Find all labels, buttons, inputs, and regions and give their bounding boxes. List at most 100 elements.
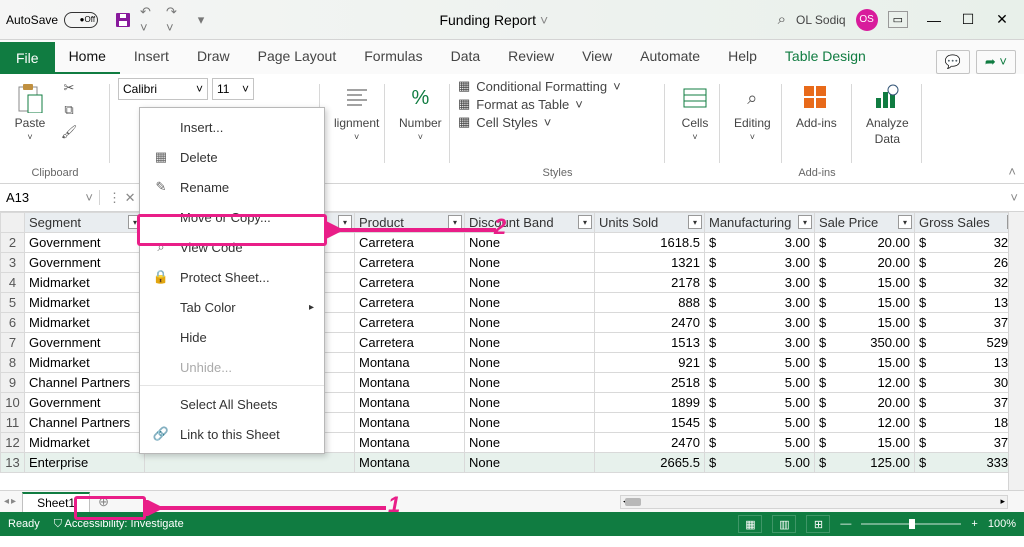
- format-table-icon: ▦: [458, 96, 470, 112]
- col-price[interactable]: Sale Price▾: [815, 213, 915, 233]
- filter-icon[interactable]: ▾: [448, 215, 462, 229]
- format-as-table-button[interactable]: ▦Format as Table˅: [458, 96, 621, 112]
- table-row[interactable]: 13EnterpriseMontanaNone2665.5$ 5.00$ 125…: [1, 453, 1024, 473]
- cell-styles-button[interactable]: ▦Cell Styles˅: [458, 114, 621, 130]
- menu-tab-color[interactable]: Tab Color▸: [140, 292, 324, 322]
- share-button[interactable]: ➦ ˅: [976, 50, 1016, 74]
- tab-file[interactable]: File: [0, 42, 55, 74]
- tab-insert[interactable]: Insert: [120, 40, 183, 74]
- doc-title[interactable]: Funding Report˅: [210, 12, 778, 28]
- select-all-corner[interactable]: [1, 213, 25, 233]
- undo-icon[interactable]: ↶ ˅: [140, 11, 158, 29]
- search-icon[interactable]: ⌕: [778, 11, 786, 28]
- menu-delete[interactable]: ▦Delete: [140, 142, 324, 172]
- filter-icon[interactable]: ▾: [688, 215, 702, 229]
- paste-label: Paste: [15, 116, 46, 130]
- styles-group-label: Styles: [458, 165, 657, 181]
- sheet-tab-sheet1[interactable]: Sheet1: [22, 492, 90, 512]
- tab-draw[interactable]: Draw: [183, 40, 244, 74]
- cells-icon: [679, 82, 711, 114]
- sheet-next-icon[interactable]: ▸: [11, 496, 16, 507]
- cut-icon[interactable]: ✂: [58, 78, 80, 98]
- menu-move-or-copy[interactable]: Move or Copy...: [140, 202, 324, 232]
- minimize-button[interactable]: —: [918, 6, 950, 34]
- conditional-formatting-button[interactable]: ▦Conditional Formatting˅: [458, 78, 621, 94]
- filter-icon[interactable]: ▾: [338, 215, 352, 229]
- qat-dropdown-icon[interactable]: ▾: [192, 11, 210, 29]
- addins-icon: [800, 82, 832, 114]
- analyze-icon: [871, 82, 903, 114]
- page-break-view-icon[interactable]: ⊞: [806, 515, 830, 533]
- font-name-combo[interactable]: Calibri˅: [118, 78, 208, 100]
- number-button[interactable]: %Number˅: [393, 78, 448, 146]
- analyze-data-button[interactable]: AnalyzeData: [860, 78, 915, 150]
- tab-view[interactable]: View: [568, 40, 626, 74]
- protect-icon: 🔒: [152, 268, 170, 286]
- tab-data[interactable]: Data: [437, 40, 495, 74]
- tab-help[interactable]: Help: [714, 40, 771, 74]
- col-mfg[interactable]: Manufacturing▾: [705, 213, 815, 233]
- tab-formulas[interactable]: Formulas: [350, 40, 436, 74]
- new-sheet-icon[interactable]: ⊕: [98, 494, 109, 510]
- quick-access-toolbar: ↶ ˅ ↷ ˅ ▾: [114, 11, 210, 29]
- font-size-combo[interactable]: 11˅: [212, 78, 254, 100]
- paste-button[interactable]: Paste ˅: [8, 78, 52, 146]
- maximize-button[interactable]: ☐: [952, 6, 984, 34]
- zoom-level[interactable]: 100%: [988, 518, 1016, 530]
- format-painter-icon[interactable]: 🖌: [58, 122, 80, 142]
- cond-format-icon: ▦: [458, 78, 470, 94]
- close-button[interactable]: ✕: [986, 6, 1018, 34]
- tab-table-design[interactable]: Table Design: [771, 40, 880, 74]
- menu-view-code[interactable]: ⌕View Code: [140, 232, 324, 262]
- autosave-toggle[interactable]: AutoSave ●Off: [6, 12, 98, 28]
- ribbon-tabs: File Home Insert Draw Page Layout Formul…: [0, 40, 1024, 74]
- comments-button[interactable]: 💬: [936, 50, 970, 74]
- save-icon[interactable]: [114, 11, 132, 29]
- horizontal-scrollbar[interactable]: ◂▸: [620, 495, 1008, 509]
- zoom-out-icon[interactable]: —: [840, 518, 851, 530]
- addins-button[interactable]: Add-ins: [790, 78, 843, 134]
- menu-select-all-sheets[interactable]: Select All Sheets: [140, 389, 324, 419]
- name-box[interactable]: A13˅: [0, 190, 100, 205]
- page-layout-view-icon[interactable]: ▥: [772, 515, 796, 533]
- accessibility-status[interactable]: ⛉ Accessibility: Investigate: [54, 518, 184, 531]
- menu-insert[interactable]: Insert...: [140, 112, 324, 142]
- col-discount[interactable]: Discount Band▾: [465, 213, 595, 233]
- alignment-button[interactable]: lignment˅: [328, 78, 385, 146]
- rename-icon: ✎: [152, 178, 170, 196]
- menu-protect-sheet[interactable]: 🔒Protect Sheet...: [140, 262, 324, 292]
- col-units[interactable]: Units Sold▾: [595, 213, 705, 233]
- col-segment[interactable]: Segment▾: [25, 213, 145, 233]
- menu-hide[interactable]: Hide: [140, 322, 324, 352]
- filter-icon[interactable]: ▾: [898, 215, 912, 229]
- annotation-number-1: 1: [388, 492, 400, 518]
- cells-button[interactable]: Cells˅: [673, 78, 717, 146]
- avatar[interactable]: OS: [856, 9, 878, 31]
- normal-view-icon[interactable]: ▦: [738, 515, 762, 533]
- filter-icon[interactable]: ▾: [578, 215, 592, 229]
- menu-rename[interactable]: ✎Rename: [140, 172, 324, 202]
- tab-review[interactable]: Review: [494, 40, 568, 74]
- tab-page-layout[interactable]: Page Layout: [244, 40, 351, 74]
- filter-icon[interactable]: ▾: [798, 215, 812, 229]
- tab-home[interactable]: Home: [55, 40, 120, 74]
- redo-icon[interactable]: ↷ ˅: [166, 11, 184, 29]
- zoom-slider[interactable]: [861, 523, 961, 525]
- formula-expand-icon[interactable]: ˅: [1004, 190, 1024, 205]
- ribbon-display-icon[interactable]: ▭: [888, 11, 908, 28]
- status-bar: Ready ⛉ Accessibility: Investigate ▦ ▥ ⊞…: [0, 512, 1024, 536]
- menu-link-to-sheet[interactable]: 🔗Link to this Sheet: [140, 419, 324, 449]
- editing-button[interactable]: ⌕Editing˅: [728, 78, 777, 146]
- collapse-ribbon-icon[interactable]: ˄: [1008, 164, 1016, 179]
- copy-icon[interactable]: ⧉: [58, 100, 80, 120]
- vertical-scrollbar[interactable]: [1008, 212, 1024, 490]
- sheet-prev-icon[interactable]: ◂: [4, 496, 9, 507]
- tab-automate[interactable]: Automate: [626, 40, 714, 74]
- delete-icon: ▦: [152, 148, 170, 166]
- zoom-in-icon[interactable]: +: [971, 518, 977, 530]
- sheet-tab-bar: ◂▸ Sheet1 ⊕ ◂▸: [0, 490, 1024, 512]
- col-product[interactable]: Product▾: [355, 213, 465, 233]
- autosave-switch[interactable]: ●Off: [64, 12, 98, 28]
- editing-icon: ⌕: [736, 82, 768, 114]
- code-icon: ⌕: [152, 238, 170, 256]
